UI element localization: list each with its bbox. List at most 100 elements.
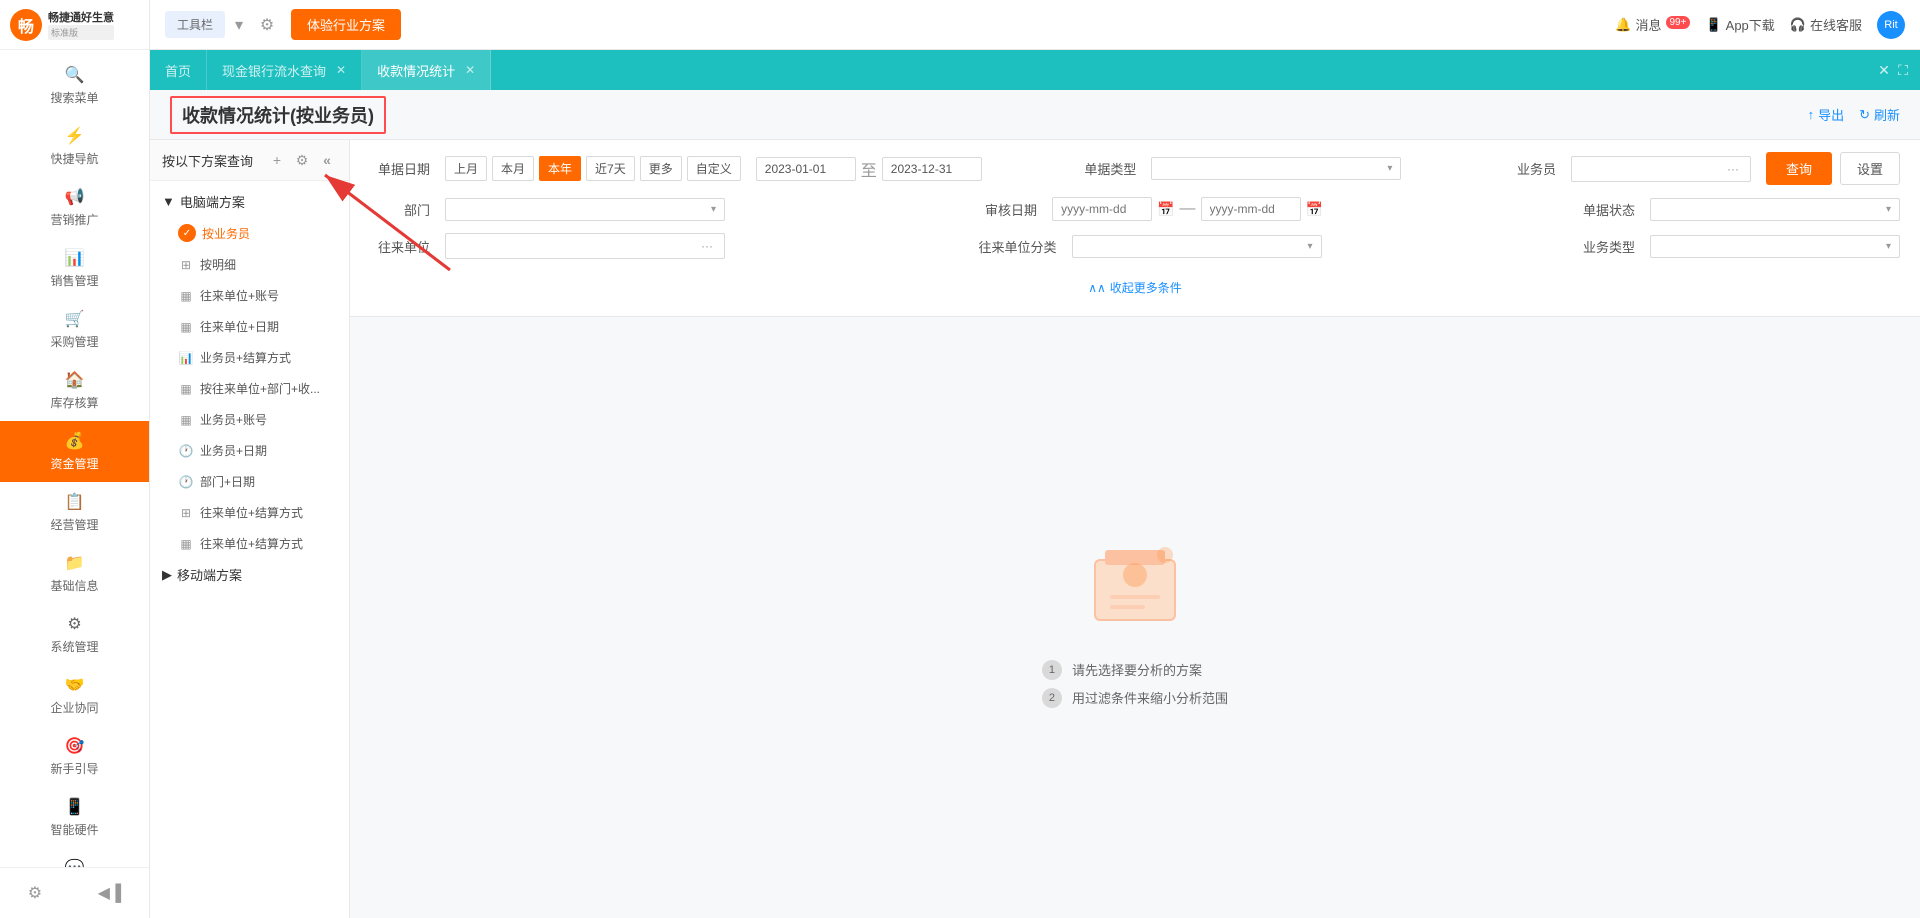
sidebar-item-inventory[interactable]: 🏠 库存核算 <box>0 360 149 421</box>
collapse-filters-btn[interactable]: ∧∧ 收起更多条件 <box>370 271 1900 304</box>
sidebar-item-purchase[interactable]: 🛒 采购管理 <box>0 299 149 360</box>
right-panel: 单据日期 上月 本月 本年 近7天 更多 自定义 至 <box>350 140 1920 918</box>
cal-icon-1[interactable]: 📅 <box>1157 201 1174 218</box>
online-service-item[interactable]: 🎧 在线客服 <box>1790 15 1862 34</box>
tree-item-counterpart-settlement1[interactable]: ⊞ 往来单位+结算方式 <box>150 497 349 528</box>
quicknav-icon: ⚡ <box>65 126 85 146</box>
gear-icon[interactable]: ⚙ <box>253 11 281 39</box>
sidebar-item-hardware[interactable]: 📱 智能硬件 <box>0 787 149 848</box>
refresh-btn[interactable]: ↻ 刷新 <box>1859 105 1900 124</box>
tab-bank-flow[interactable]: 现金银行流水查询 ✕ <box>207 50 362 90</box>
sales-icon: 📊 <box>65 248 85 268</box>
counterpart-cat-select[interactable]: ▾ <box>1072 235 1322 258</box>
date-from-input[interactable] <box>756 157 856 181</box>
dropdown-arrow-icon[interactable]: ▾ <box>235 15 243 35</box>
window-close-btn[interactable]: ✕ <box>1877 63 1891 77</box>
collapse-sidebar-btn[interactable]: ◀▐ <box>93 878 127 908</box>
notification-item[interactable]: 🔔 消息 99+ <box>1615 15 1690 34</box>
sidebar-bottom: ⚙ ◀▐ <box>0 867 149 918</box>
header-right: 🔔 消息 99+ 📱 App下载 🎧 在线客服 Rit <box>1615 11 1905 39</box>
group-mobile-label: 移动端方案 <box>177 565 242 584</box>
sidebar-item-sales[interactable]: 📊 销售管理 <box>0 238 149 299</box>
setting-button[interactable]: 设置 <box>1840 152 1900 185</box>
tab-bank-flow-close[interactable]: ✕ <box>336 63 346 77</box>
counterpart-cat-label: 往来单位分类 <box>979 237 1057 256</box>
tree-item-detail[interactable]: ⊞ 按明细 <box>150 249 349 280</box>
date-to-input[interactable] <box>882 157 982 181</box>
settings-bottom-btn[interactable]: ⚙ <box>23 878 47 908</box>
tree-item-sales-date[interactable]: 🕐 业务员+日期 <box>150 435 349 466</box>
export-icon: ↑ <box>1808 107 1815 122</box>
tree-item-sales-settlement[interactable]: 📊 业务员+结算方式 <box>150 342 349 373</box>
query-button[interactable]: 查询 <box>1766 152 1832 185</box>
window-maximize-btn[interactable]: ⛶ <box>1896 63 1910 77</box>
user-avatar[interactable]: Rit <box>1877 11 1905 39</box>
guide-icon: 🎯 <box>65 736 85 756</box>
sidebar-item-system[interactable]: ⚙ 系统管理 <box>0 604 149 665</box>
salesperson-more[interactable]: ··· <box>1727 162 1739 176</box>
doc-type-select[interactable]: ▾ <box>1151 157 1401 180</box>
notification-badge: 99+ <box>1666 16 1691 29</box>
dept-select[interactable]: ▾ <box>445 198 725 221</box>
tab-collection-stats[interactable]: 收款情况统计 ✕ <box>362 50 491 90</box>
page-title: 收款情况统计(按业务员) <box>170 96 386 134</box>
date-btn-this-year[interactable]: 本年 <box>539 156 581 181</box>
group-mobile[interactable]: ▶ 移动端方案 <box>150 559 349 590</box>
app-download-item[interactable]: 📱 App下载 <box>1705 15 1774 34</box>
group-desktop[interactable]: ▼ 电脑端方案 <box>150 186 349 217</box>
date-btn-last-month[interactable]: 上月 <box>445 156 487 181</box>
sidebar-item-quicknav[interactable]: ⚡ 快捷导航 <box>0 116 149 177</box>
sidebar-item-enterprise[interactable]: 🤝 企业协同 <box>0 665 149 726</box>
sidebar-item-search[interactable]: 🔍 搜索菜单 <box>0 55 149 116</box>
main-content: 工具栏 ▾ ⚙ 体验行业方案 🔔 消息 99+ 📱 App下载 🎧 在线客服 R… <box>150 0 1920 918</box>
empty-step-1: 1 请先选择要分析的方案 <box>1042 660 1228 680</box>
logo-icon: 畅 <box>10 9 42 41</box>
sidebar-item-marketing[interactable]: 📢 营销推广 <box>0 177 149 238</box>
date-separator: 至 <box>861 157 877 181</box>
tree-section: ▼ 电脑端方案 ✓ 按业务员 ⊞ 按明细 ▦ 往来单位+账号 ▦ 往来单位+ <box>150 181 349 595</box>
sidebar-item-basic-info[interactable]: 📁 基础信息 <box>0 543 149 604</box>
tab-home[interactable]: 首页 <box>150 50 207 90</box>
biz-type-select[interactable]: ▾ <box>1650 235 1900 258</box>
tree-item-dept-date[interactable]: 🕐 部门+日期 <box>150 466 349 497</box>
filter-row-1: 单据日期 上月 本月 本年 近7天 更多 自定义 至 <box>370 152 1900 185</box>
sidebar-item-wechat[interactable]: 💬 企业微信 <box>0 848 149 867</box>
panel-header-label: 按以下方案查询 <box>162 151 253 170</box>
sidebar-item-operations[interactable]: 📋 经营管理 <box>0 482 149 543</box>
tree-item-counterpart-settlement2[interactable]: ▦ 往来单位+结算方式 <box>150 528 349 559</box>
app-download-label: App下载 <box>1726 15 1775 34</box>
review-to-input[interactable] <box>1201 197 1301 221</box>
tree-item-counterpart-account[interactable]: ▦ 往来单位+账号 <box>150 280 349 311</box>
date-btn-more[interactable]: 更多 <box>640 156 682 181</box>
table-icon-3: ▦ <box>178 381 194 397</box>
doc-status-label: 单据状态 <box>1575 200 1635 219</box>
export-btn[interactable]: ↑ 导出 <box>1808 105 1845 124</box>
scheme-settings-btn[interactable]: ⚙ <box>292 150 312 170</box>
review-from-input[interactable] <box>1052 197 1152 221</box>
trial-button[interactable]: 体验行业方案 <box>291 9 401 40</box>
tree-item-counterpart-date[interactable]: ▦ 往来单位+日期 <box>150 311 349 342</box>
date-btn-custom[interactable]: 自定义 <box>687 156 741 181</box>
sidebar-item-guide[interactable]: 🎯 新手引导 <box>0 726 149 787</box>
doc-status-select[interactable]: ▾ <box>1650 198 1900 221</box>
tree-item-sales-account[interactable]: ▦ 业务员+账号 <box>150 404 349 435</box>
hardware-icon: 📱 <box>65 797 85 817</box>
review-date-separator: — <box>1180 200 1196 218</box>
doc-type-label: 单据类型 <box>1076 159 1136 178</box>
counterpart-more[interactable]: ··· <box>701 239 713 253</box>
date-btn-this-month[interactable]: 本月 <box>492 156 534 181</box>
counterpart-input[interactable]: ··· <box>445 233 725 259</box>
date-btn-7days[interactable]: 近7天 <box>586 156 635 181</box>
sidebar-navigation: 🔍 搜索菜单 ⚡ 快捷导航 📢 营销推广 📊 销售管理 🛒 采购管理 🏠 库存核… <box>0 50 149 867</box>
notification-label: 消息 <box>1635 15 1661 34</box>
tab-bar: 首页 现金银行流水查询 ✕ 收款情况统计 ✕ ✕ ⛶ <box>150 50 1920 90</box>
cal-icon-2[interactable]: 📅 <box>1306 201 1323 218</box>
tab-collection-stats-close[interactable]: ✕ <box>465 63 475 77</box>
add-scheme-btn[interactable]: + <box>267 150 287 170</box>
sidebar-item-finance[interactable]: 💰 资金管理 <box>0 421 149 482</box>
table-icon-1: ▦ <box>178 288 194 304</box>
collapse-panel-btn[interactable]: « <box>317 150 337 170</box>
tree-item-salesperson[interactable]: ✓ 按业务员 <box>150 217 349 249</box>
tree-item-counterpart-dept[interactable]: ▦ 按往来单位+部门+收... <box>150 373 349 404</box>
salesperson-select[interactable]: ··· <box>1571 156 1751 182</box>
